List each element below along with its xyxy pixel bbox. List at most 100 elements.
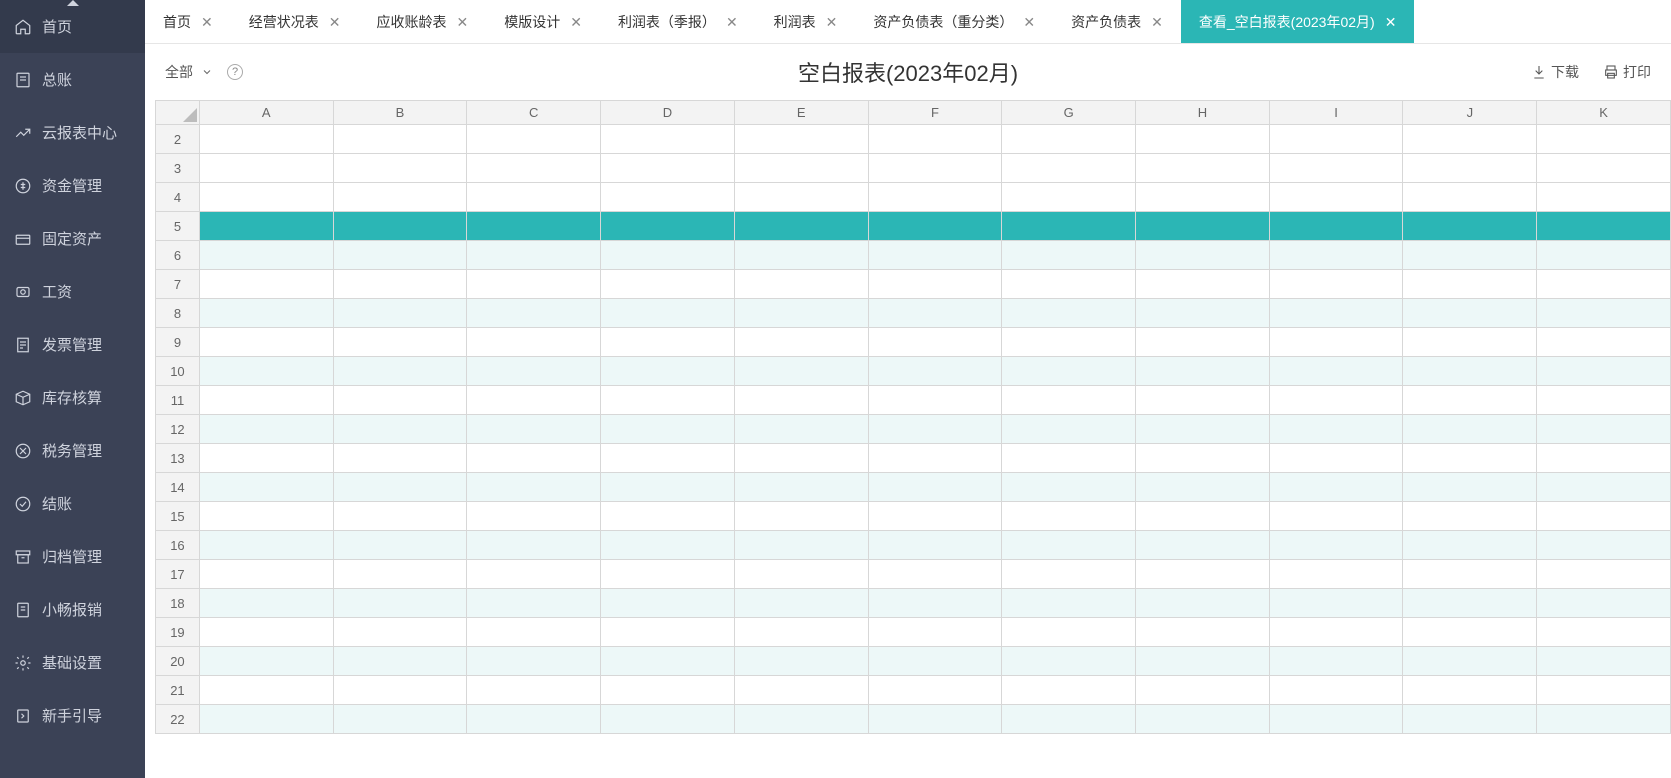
column-header-I[interactable]: I [1269,101,1403,125]
row-header-3[interactable]: 3 [156,154,200,183]
cell-C9[interactable] [467,328,601,357]
cell-A4[interactable] [199,183,333,212]
cell-F17[interactable] [868,560,1002,589]
cell-C7[interactable] [467,270,601,299]
sidebar-scroll-up-icon[interactable] [67,0,79,6]
row-header-6[interactable]: 6 [156,241,200,270]
cell-I20[interactable] [1269,647,1403,676]
cell-H12[interactable] [1136,415,1270,444]
cell-E5[interactable] [734,212,868,241]
cell-A11[interactable] [199,386,333,415]
cell-I13[interactable] [1269,444,1403,473]
cell-E2[interactable] [734,125,868,154]
cell-F12[interactable] [868,415,1002,444]
close-icon[interactable]: ✕ [329,15,341,29]
cell-J2[interactable] [1403,125,1537,154]
cell-I3[interactable] [1269,154,1403,183]
cell-C20[interactable] [467,647,601,676]
cell-B9[interactable] [333,328,467,357]
cell-B14[interactable] [333,473,467,502]
cell-G19[interactable] [1002,618,1136,647]
cell-J20[interactable] [1403,647,1537,676]
cell-I6[interactable] [1269,241,1403,270]
cell-K19[interactable] [1537,618,1671,647]
close-icon[interactable]: ✕ [201,15,213,29]
cell-C16[interactable] [467,531,601,560]
sidebar-item-money[interactable]: 资金管理 [0,159,145,212]
cell-G2[interactable] [1002,125,1136,154]
cell-H6[interactable] [1136,241,1270,270]
cell-I18[interactable] [1269,589,1403,618]
cell-C10[interactable] [467,357,601,386]
cell-I19[interactable] [1269,618,1403,647]
cell-E9[interactable] [734,328,868,357]
cell-I8[interactable] [1269,299,1403,328]
cell-A14[interactable] [199,473,333,502]
row-header-8[interactable]: 8 [156,299,200,328]
sidebar-item-stock[interactable]: 库存核算 [0,371,145,424]
cell-K12[interactable] [1537,415,1671,444]
cell-G3[interactable] [1002,154,1136,183]
cell-J8[interactable] [1403,299,1537,328]
row-header-11[interactable]: 11 [156,386,200,415]
cell-D12[interactable] [601,415,735,444]
row-header-12[interactable]: 12 [156,415,200,444]
cell-D9[interactable] [601,328,735,357]
cell-I21[interactable] [1269,676,1403,705]
cell-D16[interactable] [601,531,735,560]
cell-J15[interactable] [1403,502,1537,531]
cell-J22[interactable] [1403,705,1537,734]
cell-H7[interactable] [1136,270,1270,299]
cell-J17[interactable] [1403,560,1537,589]
cell-C8[interactable] [467,299,601,328]
cell-H11[interactable] [1136,386,1270,415]
cell-D17[interactable] [601,560,735,589]
cell-D22[interactable] [601,705,735,734]
cell-F11[interactable] [868,386,1002,415]
close-icon[interactable]: ✕ [726,15,738,29]
cell-G4[interactable] [1002,183,1136,212]
cell-K17[interactable] [1537,560,1671,589]
cell-G14[interactable] [1002,473,1136,502]
cell-D3[interactable] [601,154,735,183]
column-header-C[interactable]: C [467,101,601,125]
cell-K20[interactable] [1537,647,1671,676]
cell-D18[interactable] [601,589,735,618]
sidebar-item-archive[interactable]: 归档管理 [0,530,145,583]
row-header-18[interactable]: 18 [156,589,200,618]
cell-E13[interactable] [734,444,868,473]
cell-H20[interactable] [1136,647,1270,676]
row-header-20[interactable]: 20 [156,647,200,676]
cell-H21[interactable] [1136,676,1270,705]
cell-K18[interactable] [1537,589,1671,618]
cell-E17[interactable] [734,560,868,589]
cell-D21[interactable] [601,676,735,705]
cell-K13[interactable] [1537,444,1671,473]
close-icon[interactable]: ✕ [456,15,468,29]
cell-A5[interactable] [199,212,333,241]
cell-F22[interactable] [868,705,1002,734]
cell-E15[interactable] [734,502,868,531]
cell-B5[interactable] [333,212,467,241]
cell-K3[interactable] [1537,154,1671,183]
cell-J14[interactable] [1403,473,1537,502]
cell-F21[interactable] [868,676,1002,705]
cell-H17[interactable] [1136,560,1270,589]
cell-G22[interactable] [1002,705,1136,734]
cell-E18[interactable] [734,589,868,618]
cell-C4[interactable] [467,183,601,212]
sidebar-item-tax[interactable]: 税务管理 [0,424,145,477]
cell-B20[interactable] [333,647,467,676]
cell-K11[interactable] [1537,386,1671,415]
tab-4[interactable]: 利润表（季报）✕ [600,0,756,43]
cell-K22[interactable] [1537,705,1671,734]
cell-F2[interactable] [868,125,1002,154]
cell-J13[interactable] [1403,444,1537,473]
cell-K9[interactable] [1537,328,1671,357]
cell-K10[interactable] [1537,357,1671,386]
tab-7[interactable]: 资产负债表✕ [1053,0,1181,43]
row-header-9[interactable]: 9 [156,328,200,357]
cell-H9[interactable] [1136,328,1270,357]
cell-C18[interactable] [467,589,601,618]
cell-F14[interactable] [868,473,1002,502]
